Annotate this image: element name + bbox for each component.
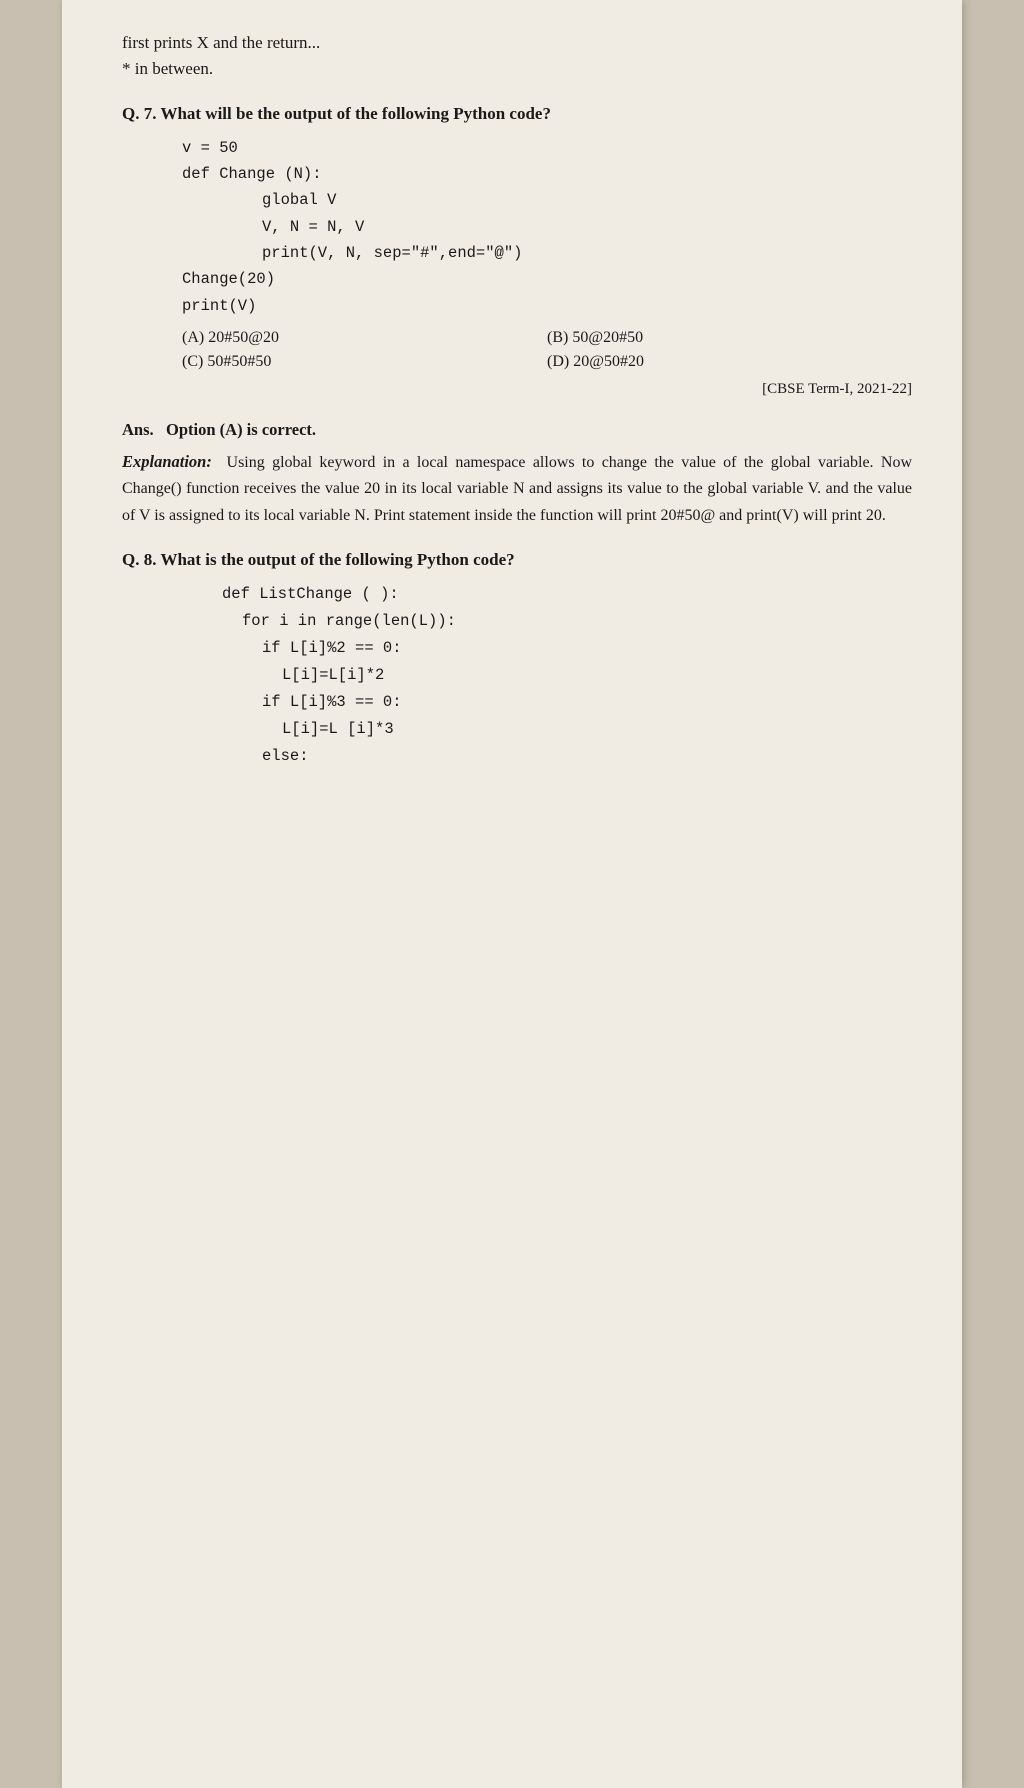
- code-line-print1: print(V, N, sep="#",end="@"): [262, 240, 912, 266]
- q8-code: def ListChange ( ): for i in range(len(L…: [222, 581, 912, 771]
- q7-options: (A) 20#50@20 (B) 50@20#50 (C) 50#50#50 (…: [182, 329, 912, 371]
- intro-text: first prints X and the return... * in be…: [122, 30, 912, 81]
- q8-code-line1: def ListChange ( ):: [222, 581, 912, 608]
- q8-code-line3: if L[i]%2 == 0:: [222, 635, 912, 662]
- option-b: (B) 50@20#50: [547, 329, 912, 347]
- explanation-label: Explanation:: [122, 452, 212, 471]
- code-line-change: Change(20): [182, 266, 912, 292]
- answer-7: Ans. Option (A) is correct. Explanation:…: [122, 420, 912, 529]
- question-8: Q. 8. What is the output of the followin…: [122, 547, 912, 770]
- q8-code-line7: else:: [222, 743, 912, 770]
- option-c: (C) 50#50#50: [182, 353, 547, 371]
- intro-line1: first prints X and the return...: [122, 33, 320, 52]
- ans7-correct: Option (A) is correct.: [166, 420, 316, 439]
- code-line-def: def Change (N):: [182, 161, 912, 187]
- code-line-printv: print(V): [182, 293, 912, 319]
- question-7: Q. 7. What will be the output of the fol…: [122, 101, 912, 398]
- q8-title: Q. 8. What is the output of the followin…: [122, 547, 912, 573]
- q7-title: Q. 7. What will be the output of the fol…: [122, 101, 912, 127]
- q8-number: Q. 8.: [122, 550, 156, 569]
- code-line-v50: v = 50: [182, 135, 912, 161]
- option-a: (A) 20#50@20: [182, 329, 547, 347]
- q8-code-line4: L[i]=L[i]*2: [222, 662, 912, 689]
- q8-code-line2: for i in range(len(L)):: [222, 608, 912, 635]
- page: first prints X and the return... * in be…: [62, 0, 962, 1788]
- q8-code-line6: L[i]=L [i]*3: [222, 716, 912, 743]
- q8-code-line5: if L[i]%3 == 0:: [222, 689, 912, 716]
- code-line-global: global V: [262, 187, 912, 213]
- q7-number: Q. 7.: [122, 104, 156, 123]
- code-line-vn: V, N = N, V: [262, 214, 912, 240]
- ans7-label: Ans. Option (A) is correct.: [122, 420, 912, 440]
- q7-code: v = 50 def Change (N): global V V, N = N…: [182, 135, 912, 319]
- q7-title-text: What will be the output of the following…: [160, 104, 551, 123]
- option-d: (D) 20@50#20: [547, 353, 912, 371]
- explanation-7: Explanation: Using global keyword in a l…: [122, 448, 912, 529]
- cbse-ref: [CBSE Term-I, 2021-22]: [122, 381, 912, 398]
- q8-title-text: What is the output of the following Pyth…: [160, 550, 514, 569]
- intro-line2: * in between.: [122, 59, 213, 78]
- ans-label-text: Ans.: [122, 420, 154, 439]
- explanation-body: Using global keyword in a local namespac…: [122, 454, 912, 524]
